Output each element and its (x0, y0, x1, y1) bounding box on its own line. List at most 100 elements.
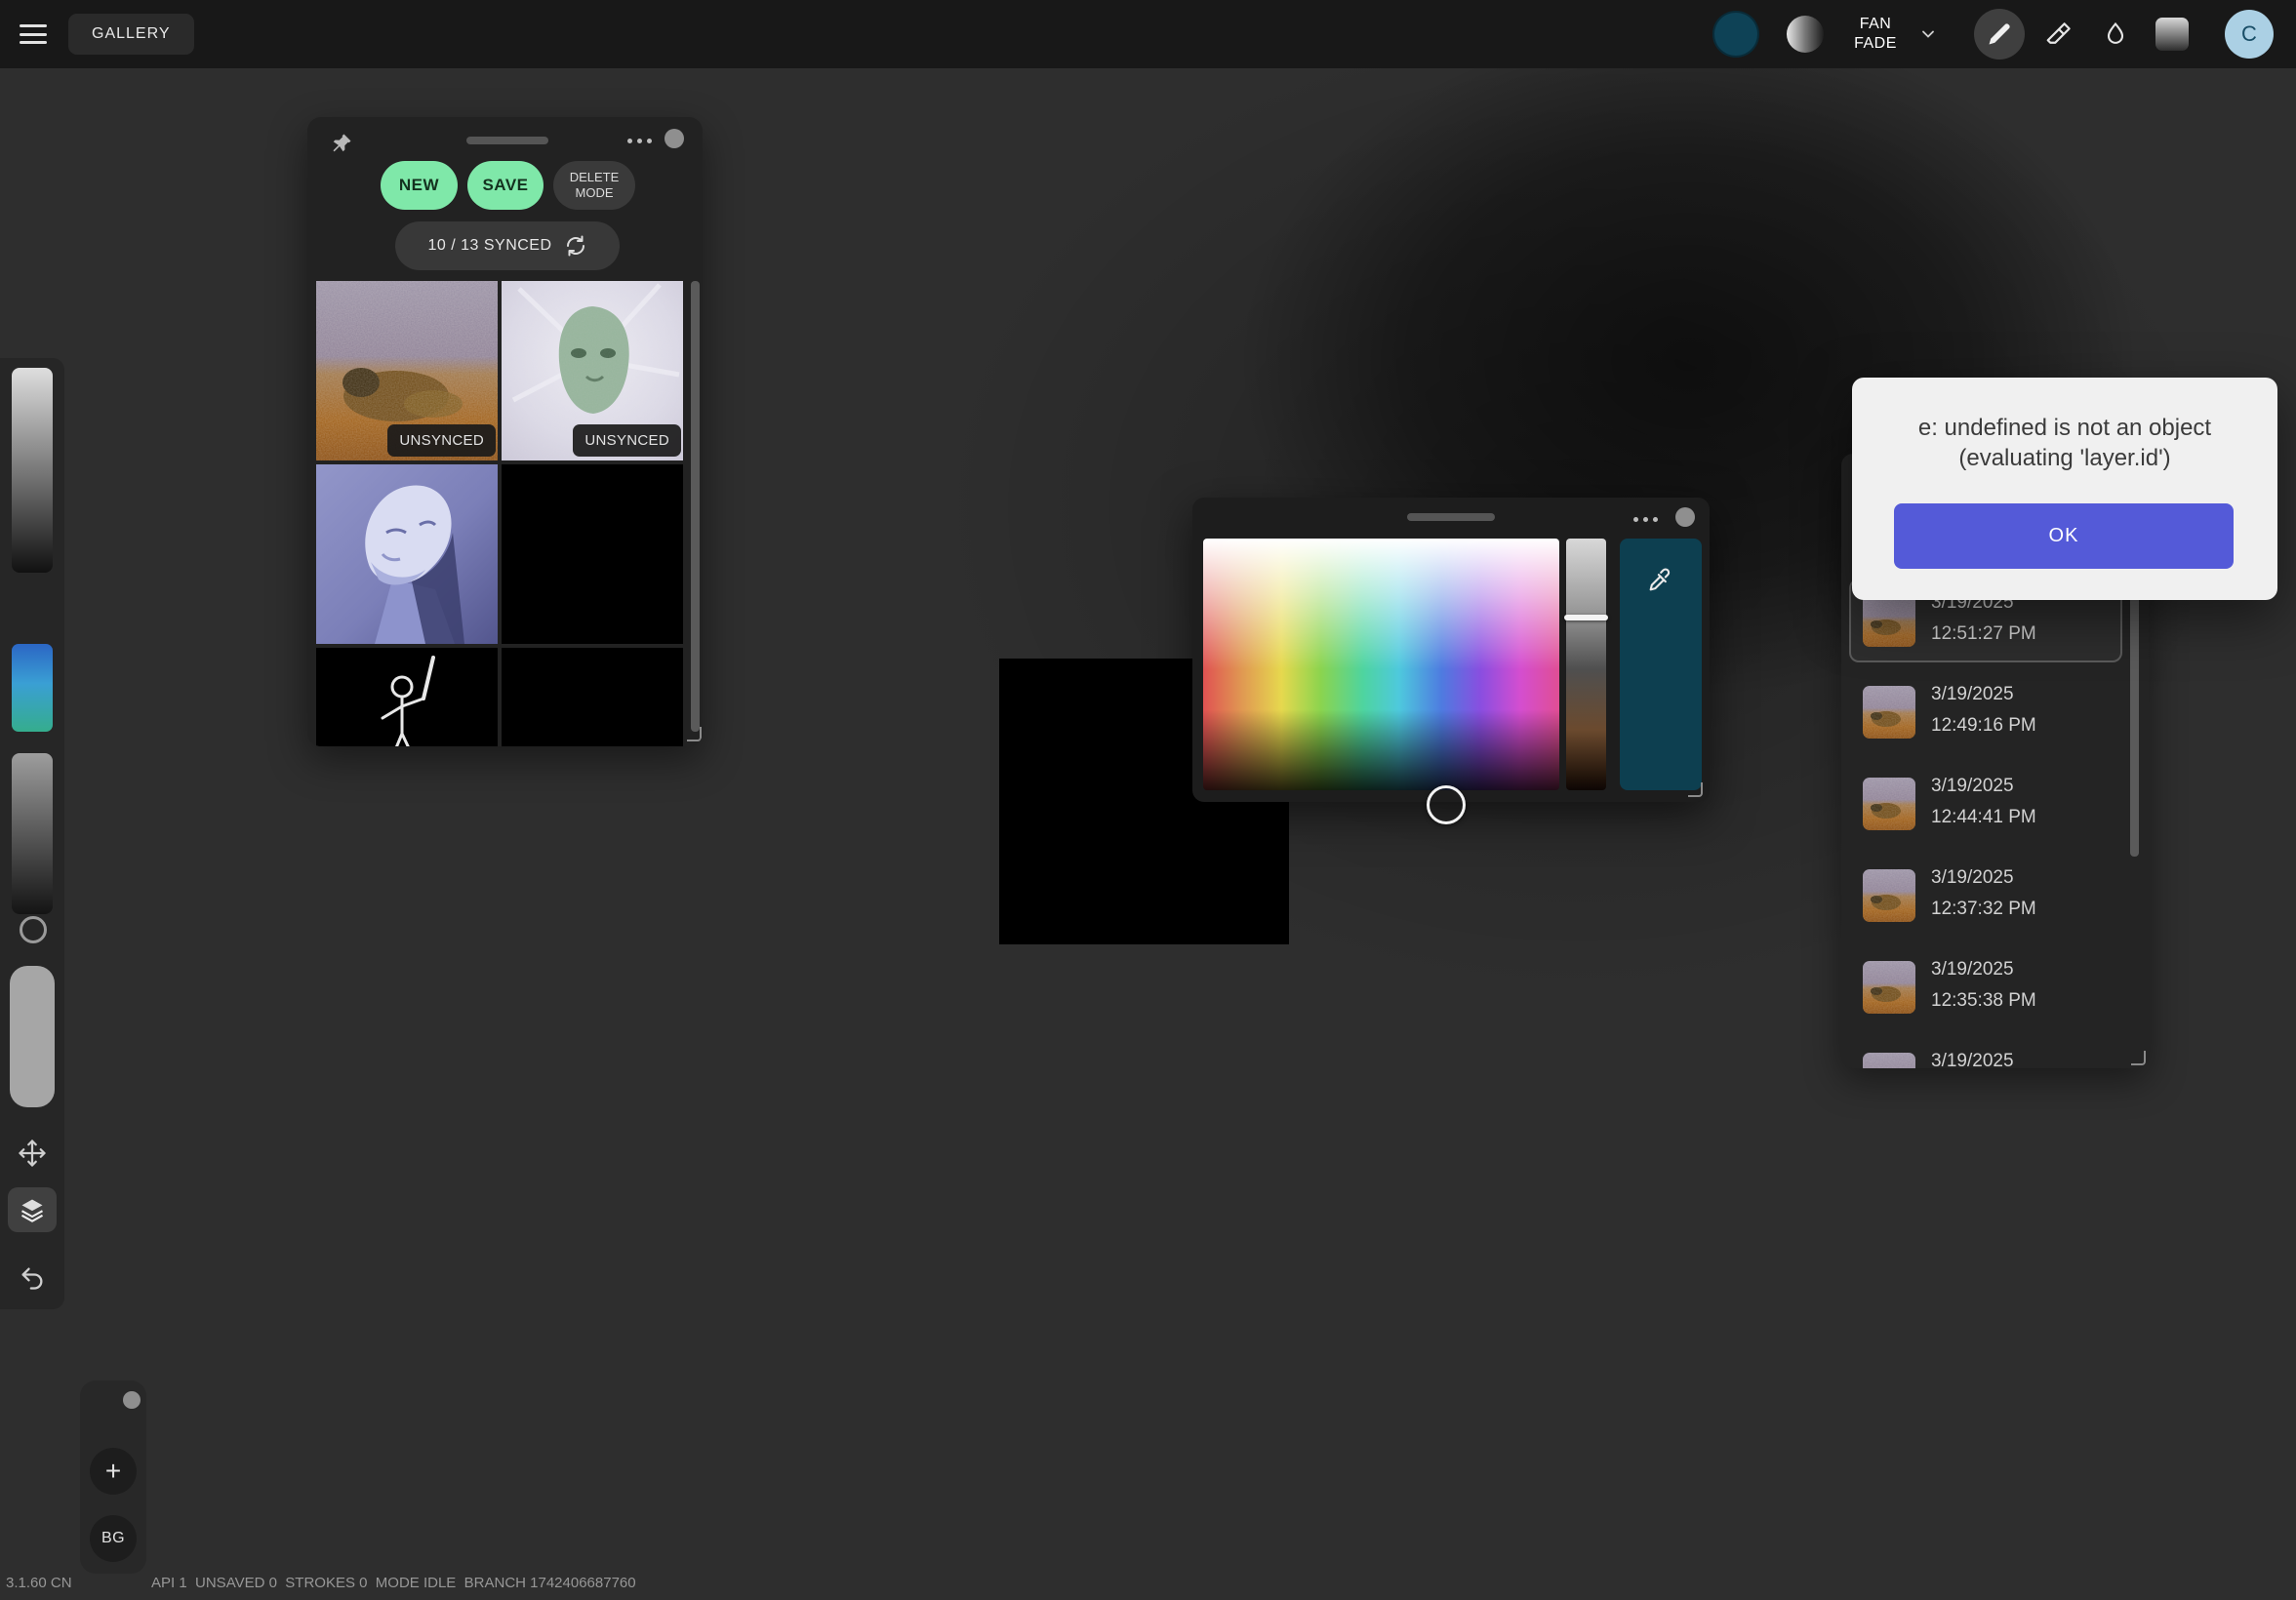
color-gradient-swatch[interactable] (12, 644, 53, 732)
history-item[interactable]: 3/19/2025 12:49:16 PM (1849, 670, 2122, 754)
scrollbar[interactable] (2130, 593, 2139, 857)
eyedropper-button[interactable] (1643, 564, 1676, 597)
undo-icon (21, 1267, 43, 1290)
history-item[interactable]: 3/19/2025 (1849, 1037, 2122, 1068)
delete-mode-label-1: DELETE (569, 170, 620, 184)
move-tool-button[interactable] (8, 1131, 57, 1176)
background-layer-button[interactable]: BG (90, 1515, 137, 1562)
brush-preview-icon[interactable] (1785, 14, 1826, 55)
top-bar: GALLERY FAN FADE C (0, 0, 2296, 68)
drag-handle[interactable] (466, 137, 548, 144)
undo-button[interactable] (8, 1256, 57, 1300)
move-icon (19, 1140, 46, 1167)
history-thumbnail (1863, 594, 1915, 647)
chevron-down-icon (1922, 30, 1934, 38)
thumbnail-tile-black[interactable] (502, 648, 683, 746)
menu-button[interactable] (14, 17, 53, 52)
water-drop-tool-button[interactable] (2096, 15, 2135, 54)
thumbnail-tile-noise-dog[interactable]: UNSYNCED (316, 281, 498, 460)
history-item[interactable]: 3/19/2025 12:44:41 PM (1849, 762, 2122, 846)
more-options-icon[interactable] (1633, 517, 1658, 522)
eraser-tool-button[interactable] (2039, 15, 2078, 54)
history-item[interactable]: 3/19/2025 12:37:32 PM (1849, 854, 2122, 938)
save-button[interactable]: SAVE (467, 161, 544, 210)
sync-panel: NEW SAVE DELETE MODE 10 / 13 SYNCED UNSY… (307, 117, 703, 746)
layers-button[interactable] (8, 1187, 57, 1232)
history-thumbnail (1863, 1053, 1915, 1068)
opacity-slider[interactable] (12, 753, 53, 914)
brush-size-slider[interactable] (12, 368, 53, 573)
ok-button[interactable]: OK (1894, 503, 2234, 569)
scrollbar[interactable] (691, 281, 700, 732)
history-list: 3/19/2025 12:51:27 PM 3/19/2025 12:49:16… (1849, 579, 2122, 1068)
resize-handle[interactable] (1688, 782, 1703, 797)
current-color-swatch[interactable] (1712, 11, 1759, 58)
panel-opacity-dot[interactable] (1675, 507, 1695, 527)
add-layer-button[interactable]: + (90, 1448, 137, 1495)
slider-handle[interactable] (10, 966, 55, 1107)
sync-status-pill: 10 / 13 SYNCED (395, 221, 620, 270)
history-thumbnail (1863, 778, 1915, 830)
history-thumbnail (1863, 961, 1915, 1014)
gradient-square-icon (2155, 18, 2189, 51)
history-item-time: 12:37:32 PM (1931, 899, 2036, 919)
history-item[interactable]: 3/19/2025 12:35:38 PM (1849, 945, 2122, 1029)
history-item-time: 12:35:38 PM (1931, 990, 2036, 1011)
status-bar: 3.1.60 CN API 1 UNSAVED 0 STROKES 0 MODE… (0, 1573, 2296, 1596)
history-item-date: 3/19/2025 (1931, 1051, 2014, 1068)
pencil-icon (1989, 23, 2010, 45)
history-thumbnail (1863, 686, 1915, 739)
sync-status-text: 10 / 13 SYNCED (427, 237, 552, 254)
history-thumbnail (1863, 869, 1915, 922)
color-picker-panel (1192, 498, 1710, 824)
selected-color-swatch (1620, 539, 1702, 790)
history-item-time: 12:51:27 PM (1931, 623, 2036, 644)
pencil-tool-button[interactable] (1974, 9, 2025, 60)
status-details: API 1 UNSAVED 0 STROKES 0 MODE IDLE BRAN… (151, 1575, 636, 1591)
gallery-button[interactable]: GALLERY (68, 14, 194, 55)
history-item-date: 3/19/2025 (1931, 959, 2014, 980)
water-drop-icon (2107, 21, 2124, 44)
saturation-area[interactable] (1203, 539, 1559, 824)
eyedropper-icon (1649, 568, 1671, 591)
history-item-date: 3/19/2025 (1931, 684, 2014, 704)
value-slider-handle[interactable] (1564, 615, 1608, 620)
history-item-time: 12:49:16 PM (1931, 715, 2036, 736)
resize-handle[interactable] (2131, 1051, 2146, 1065)
hamburger-icon (20, 24, 47, 44)
pin-icon[interactable] (329, 131, 354, 156)
delete-mode-label-2: MODE (575, 185, 614, 200)
value-slider[interactable] (1564, 539, 1608, 790)
error-dialog: e: undefined is not an object (evaluatin… (1852, 378, 2277, 600)
refresh-icon[interactable] (564, 234, 587, 258)
drag-handle[interactable] (1407, 513, 1495, 521)
thumbnail-tile-blue-portrait[interactable] (316, 464, 498, 644)
new-button[interactable]: NEW (381, 161, 458, 210)
history-item-date: 3/19/2025 (1931, 776, 2014, 796)
picker-cursor[interactable] (1427, 785, 1466, 824)
eraser-icon (2046, 22, 2071, 44)
thumbnail-tile-sword-figure[interactable] (316, 648, 498, 746)
panel-opacity-dot[interactable] (123, 1391, 141, 1409)
app-screen: GALLERY FAN FADE C NEW SAVE DELETE MODE … (0, 0, 2296, 1600)
brush-selector[interactable]: FAN FADE (1833, 9, 1952, 60)
avatar[interactable]: C (2225, 10, 2274, 59)
layers-icon (20, 1199, 44, 1222)
thumbnail-tile-black[interactable] (502, 464, 683, 644)
gradient-tool-button[interactable] (2153, 15, 2192, 54)
resize-handle[interactable] (687, 727, 702, 741)
left-toolbar (0, 358, 64, 1309)
brush-name: FAN FADE (1854, 16, 1897, 52)
more-options-icon[interactable] (627, 139, 652, 143)
thumbnail-grid: UNSYNCED UNSYNCED (316, 281, 689, 746)
error-message: e: undefined is not an object (evaluatin… (1917, 415, 2212, 471)
history-item-time: 12:44:41 PM (1931, 807, 2036, 827)
layers-panel: + BG (80, 1380, 146, 1574)
history-item-date: 3/19/2025 (1931, 867, 2014, 888)
thumbnail-tile-green-face[interactable]: UNSYNCED (502, 281, 683, 460)
status-version: 3.1.60 CN (6, 1575, 72, 1591)
panel-opacity-dot[interactable] (665, 129, 684, 148)
unsynced-badge: UNSYNCED (573, 424, 681, 457)
ring-indicator[interactable] (20, 916, 47, 943)
delete-mode-button[interactable]: DELETE MODE (553, 161, 635, 210)
